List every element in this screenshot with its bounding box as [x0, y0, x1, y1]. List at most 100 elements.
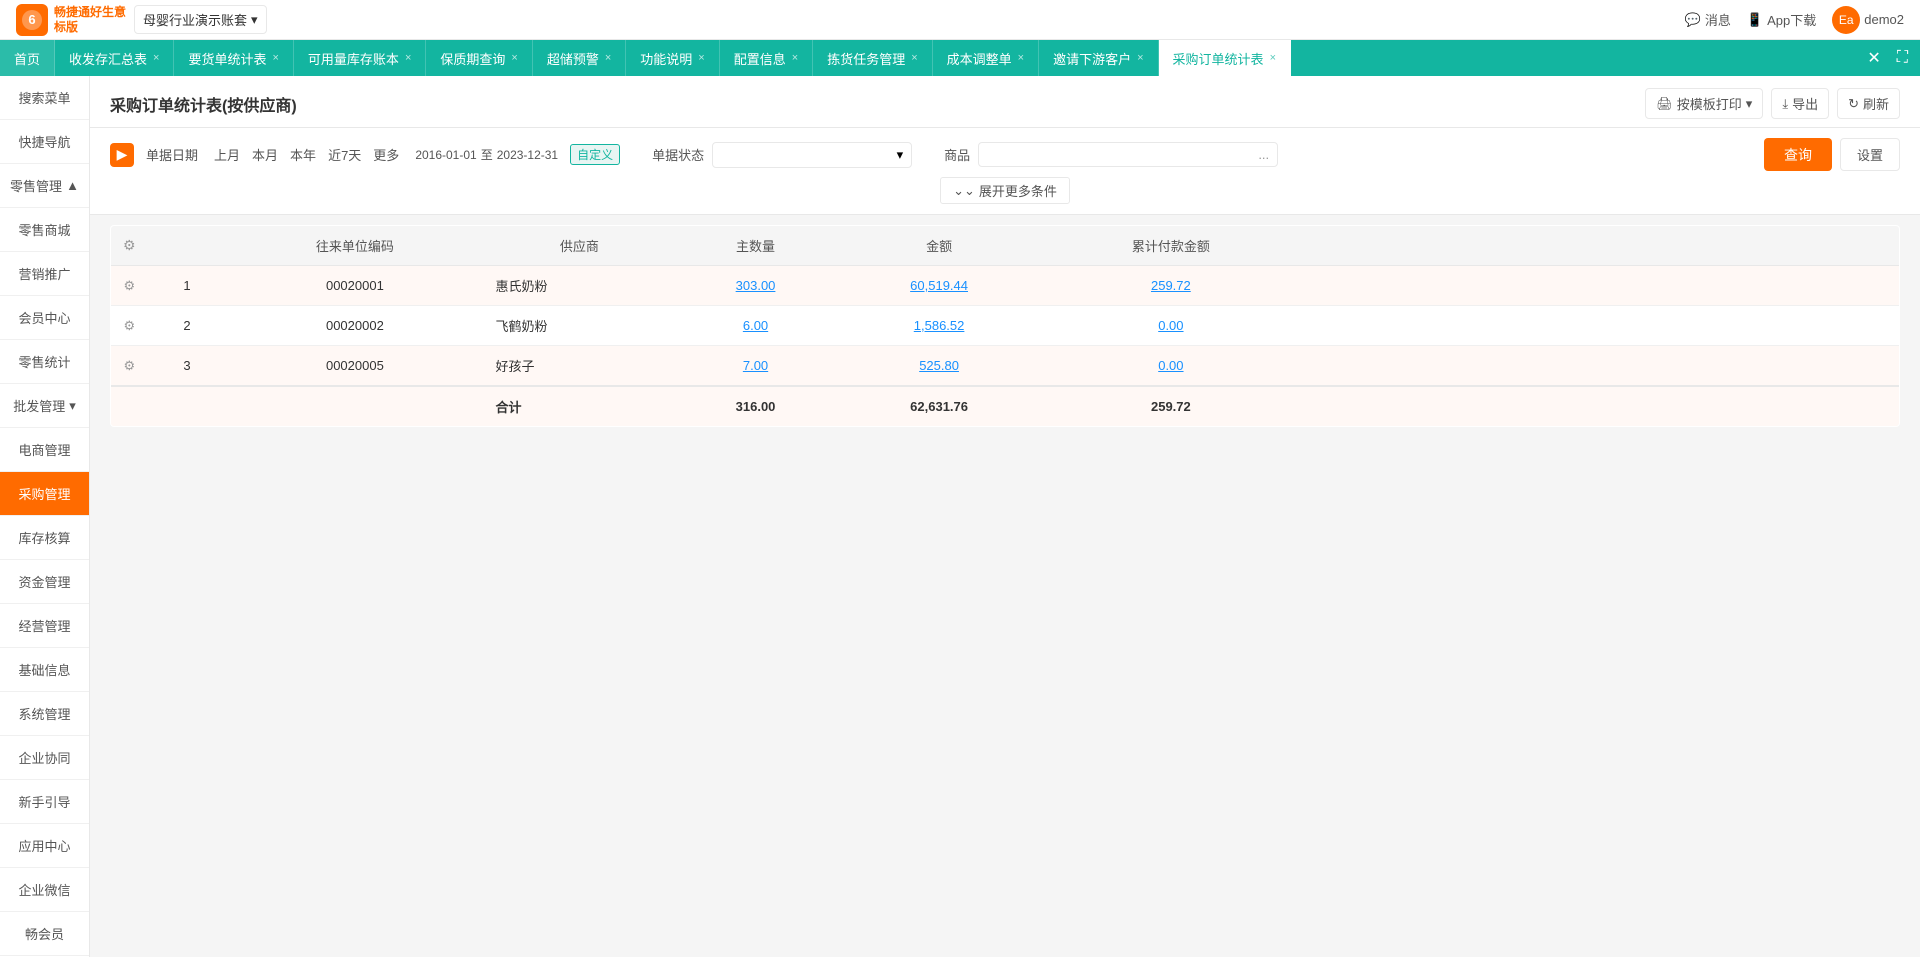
- row-paid-3[interactable]: 0.00: [1042, 346, 1299, 387]
- row-quantity-3[interactable]: 7.00: [675, 346, 836, 387]
- goods-label: 商品: [944, 145, 970, 164]
- sidebar-item-purchase[interactable]: 采购管理: [0, 472, 89, 516]
- page-header: 采购订单统计表(按供应商) 🖨 按模板打印 ▾ ⤓ 导出 ↻ 刷新: [90, 76, 1920, 128]
- print-chevron-icon: ▾: [1746, 96, 1753, 112]
- custom-badge: 自定义: [570, 144, 620, 165]
- tab-close-icon[interactable]: ×: [272, 52, 278, 64]
- tab-close-icon[interactable]: ×: [1018, 52, 1024, 64]
- user-profile[interactable]: Ea demo2: [1832, 6, 1904, 34]
- row-code-2: 00020002: [226, 306, 483, 346]
- tab-chenben[interactable]: 成本调整单 ×: [933, 40, 1039, 76]
- message-label: 消息: [1705, 10, 1731, 29]
- sidebar-item-appcenter[interactable]: 应用中心: [0, 824, 89, 868]
- nav-close-icon[interactable]: ✕: [1863, 44, 1884, 72]
- sidebar-item-enterprise[interactable]: 企业协同: [0, 736, 89, 780]
- tab-home[interactable]: 首页: [0, 40, 55, 76]
- tab-chaochuyujing[interactable]: 超储预警 ×: [533, 40, 626, 76]
- sidebar-item-inventory[interactable]: 库存核算: [0, 516, 89, 560]
- col-supplier: 供应商: [484, 226, 676, 266]
- row-amount-2[interactable]: 1,586.52: [836, 306, 1042, 346]
- status-select[interactable]: ▾: [712, 142, 912, 168]
- shortcut-this-month[interactable]: 本月: [248, 143, 282, 166]
- tab-close-icon[interactable]: ×: [605, 52, 611, 64]
- row-gear-icon[interactable]: ⚙: [123, 358, 135, 373]
- shortcut-more[interactable]: 更多: [369, 143, 403, 166]
- row-settings[interactable]: ⚙: [111, 346, 148, 387]
- tab-close-icon[interactable]: ×: [1270, 52, 1276, 64]
- shortcut-last-month[interactable]: 上月: [210, 143, 244, 166]
- chevron-icon: ▲: [66, 178, 79, 193]
- logo-icon: 6: [16, 4, 48, 36]
- app-download-button[interactable]: 📱 App下载: [1747, 10, 1816, 29]
- row-amount-3[interactable]: 525.80: [836, 346, 1042, 387]
- tab-caigou[interactable]: 采购订单统计表 ×: [1159, 40, 1291, 76]
- gear-icon[interactable]: ⚙: [123, 237, 136, 253]
- sidebar-item-retail-stat[interactable]: 零售统计: [0, 340, 89, 384]
- sidebar-item-search[interactable]: 搜索菜单: [0, 76, 89, 120]
- export-button[interactable]: ⤓ 导出: [1771, 88, 1829, 119]
- row-quantity-2[interactable]: 6.00: [675, 306, 836, 346]
- tab-close-icon[interactable]: ×: [153, 52, 159, 64]
- tab-caigou-label: 采购订单统计表: [1173, 49, 1264, 68]
- col-settings[interactable]: ⚙: [111, 226, 148, 266]
- row-paid-2[interactable]: 0.00: [1042, 306, 1299, 346]
- avatar: Ea: [1832, 6, 1860, 34]
- nav-right-buttons: ✕ ⛶: [1855, 40, 1920, 76]
- tab-yaoqing[interactable]: 邀请下游客户 ×: [1039, 40, 1158, 76]
- sidebar-item-member[interactable]: 会员中心: [0, 296, 89, 340]
- filter-toggle-button[interactable]: ▶: [110, 143, 134, 167]
- tab-close-icon[interactable]: ×: [698, 52, 704, 64]
- shortcut-7days[interactable]: 近7天: [324, 143, 365, 166]
- tab-yaohuo[interactable]: 要货单统计表 ×: [174, 40, 293, 76]
- tab-gongneng[interactable]: 功能说明 ×: [626, 40, 719, 76]
- message-button[interactable]: 💬 消息: [1685, 10, 1731, 29]
- tab-keyongliang[interactable]: 可用量库存账本 ×: [294, 40, 426, 76]
- sidebar-item-wechat[interactable]: 企业微信: [0, 868, 89, 912]
- nav-expand-icon[interactable]: ⛶: [1893, 45, 1912, 71]
- tab-close-icon[interactable]: ×: [405, 52, 411, 64]
- sidebar-item-ecommerce[interactable]: 电商管理: [0, 428, 89, 472]
- sidebar-item-basic[interactable]: 基础信息: [0, 648, 89, 692]
- logo-area: 6 畅捷通好生意 标版: [16, 4, 126, 36]
- settings-button[interactable]: 设置: [1840, 138, 1900, 171]
- sidebar-item-retail-mall[interactable]: 零售商城: [0, 208, 89, 252]
- row-amount-1[interactable]: 60,519.44: [836, 266, 1042, 306]
- shortcut-this-year[interactable]: 本年: [286, 143, 320, 166]
- sidebar-item-marketing[interactable]: 营销推广: [0, 252, 89, 296]
- sidebar-item-retail[interactable]: 零售管理 ▲: [0, 164, 89, 208]
- sidebar-item-finance[interactable]: 资金管理: [0, 560, 89, 604]
- goods-input[interactable]: ...: [978, 142, 1278, 167]
- row-settings[interactable]: ⚙: [111, 306, 148, 346]
- tab-close-icon[interactable]: ×: [511, 52, 517, 64]
- tab-close-icon[interactable]: ×: [792, 52, 798, 64]
- row-seq-2: 2: [148, 306, 227, 346]
- tab-close-icon[interactable]: ×: [911, 52, 917, 64]
- svg-text:6: 6: [28, 12, 35, 27]
- expand-more-button[interactable]: ⌄⌄ 展开更多条件: [940, 177, 1070, 204]
- tab-close-icon[interactable]: ×: [1137, 52, 1143, 64]
- row-gear-icon[interactable]: ⚙: [123, 278, 135, 293]
- sidebar-item-batch[interactable]: 批发管理 ▾: [0, 384, 89, 428]
- search-button[interactable]: 查询: [1764, 138, 1832, 171]
- sidebar-item-operation[interactable]: 经营管理: [0, 604, 89, 648]
- row-quantity-1[interactable]: 303.00: [675, 266, 836, 306]
- row-paid-1[interactable]: 259.72: [1042, 266, 1299, 306]
- tab-paihuorenwu[interactable]: 拣货任务管理 ×: [813, 40, 932, 76]
- tab-baozhi-label: 保质期查询: [440, 49, 505, 68]
- workspace-selector[interactable]: 母婴行业演示账套 ▾: [134, 5, 267, 34]
- row-gear-icon[interactable]: ⚙: [123, 318, 135, 333]
- col-quantity: 主数量: [675, 226, 836, 266]
- refresh-icon: ↻: [1848, 96, 1859, 112]
- tab-peizhi[interactable]: 配置信息 ×: [720, 40, 813, 76]
- tab-baozhi[interactable]: 保质期查询 ×: [426, 40, 532, 76]
- print-button[interactable]: 🖨 按模板打印 ▾: [1645, 88, 1763, 119]
- tab-shoufa[interactable]: 收发存汇总表 ×: [55, 40, 174, 76]
- sidebar-item-newbie[interactable]: 新手引导: [0, 780, 89, 824]
- filter-area: ▶ 单据日期 上月 本月 本年 近7天 更多 2016-01-01 至 2023…: [90, 128, 1920, 215]
- refresh-button[interactable]: ↻ 刷新: [1837, 88, 1900, 119]
- row-settings[interactable]: ⚙: [111, 266, 148, 306]
- date-label: 单据日期: [146, 145, 198, 164]
- sidebar-item-quick[interactable]: 快捷导航: [0, 120, 89, 164]
- sidebar-item-system[interactable]: 系统管理: [0, 692, 89, 736]
- sidebar-item-vip[interactable]: 畅会员: [0, 912, 89, 956]
